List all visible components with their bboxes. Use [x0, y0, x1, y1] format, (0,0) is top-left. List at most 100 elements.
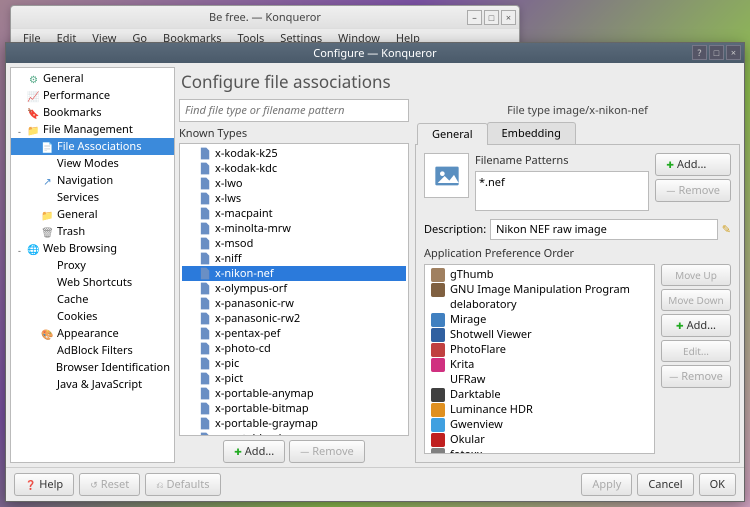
type-item[interactable]: x-portable-anymap [182, 386, 406, 401]
type-item[interactable]: x-pict [182, 371, 406, 386]
type-item[interactable]: x-panasonic-rw [182, 296, 406, 311]
sidebar-item-general[interactable]: ⚙General [11, 70, 174, 87]
expand-icon[interactable] [29, 380, 38, 389]
pattern-item[interactable]: *.nef [479, 175, 645, 190]
sidebar-item-web-shortcuts[interactable]: Web Shortcuts [11, 274, 174, 291]
sidebar-item-general[interactable]: 📁General [11, 206, 174, 223]
move-up-button[interactable]: Move Up [661, 264, 731, 286]
type-item[interactable]: x-kodak-k25 [182, 146, 406, 161]
sidebar-item-appearance[interactable]: 🎨Appearance [11, 325, 174, 342]
type-item[interactable]: x-pentax-pef [182, 326, 406, 341]
type-item[interactable]: x-nikon-nef [182, 266, 406, 281]
expand-icon[interactable]: - [15, 125, 24, 134]
expand-icon[interactable] [29, 159, 38, 168]
expand-icon[interactable] [29, 278, 38, 287]
expand-icon[interactable] [15, 74, 24, 83]
type-item[interactable]: x-panasonic-rw2 [182, 311, 406, 326]
search-filetype-input[interactable] [179, 99, 409, 122]
app-item[interactable]: Darktable [427, 387, 652, 402]
app-item[interactable]: PhotoFlare [427, 342, 652, 357]
tab-general[interactable]: General [417, 123, 488, 145]
type-item[interactable]: x-pic [182, 356, 406, 371]
sidebar-item-adblock-filters[interactable]: AdBlock Filters [11, 342, 174, 359]
sidebar-item-file-management[interactable]: -📁File Management [11, 121, 174, 138]
sidebar-item-bookmarks[interactable]: 🔖Bookmarks [11, 104, 174, 121]
app-preference-list[interactable]: gThumbGNU Image Manipulation Programdela… [424, 264, 655, 454]
main-maximize-button[interactable]: □ [484, 10, 499, 25]
help-button[interactable]: ❓Help [14, 473, 74, 496]
remove-type-button[interactable]: —Remove [289, 440, 365, 463]
ok-button[interactable]: OK [699, 473, 736, 496]
description-input[interactable] [490, 219, 718, 240]
type-item[interactable]: x-kodak-kdc [182, 161, 406, 176]
config-titlebar[interactable]: Configure — Konqueror ? □ × [6, 43, 744, 63]
app-item[interactable]: Mirage [427, 312, 652, 327]
type-item[interactable]: x-lwo [182, 176, 406, 191]
sidebar-item-java-javascript[interactable]: Java & JavaScript [11, 376, 174, 393]
app-item[interactable]: fotoxx [427, 447, 652, 454]
remove-pattern-button[interactable]: —Remove [655, 179, 731, 202]
config-close-button[interactable]: × [726, 45, 741, 60]
sidebar-item-proxy[interactable]: Proxy [11, 257, 174, 274]
expand-icon[interactable] [29, 176, 38, 185]
reset-button[interactable]: ↺Reset [79, 473, 140, 496]
mimetype-icon-button[interactable] [424, 153, 469, 198]
config-help-button[interactable]: ? [692, 45, 707, 60]
sidebar-item-web-browsing[interactable]: -🌐Web Browsing [11, 240, 174, 257]
add-pattern-button[interactable]: ✚Add... [655, 153, 731, 176]
expand-icon[interactable] [15, 108, 24, 117]
app-item[interactable]: delaboratory [427, 297, 652, 312]
sidebar-item-trash[interactable]: 🗑Trash [11, 223, 174, 240]
type-item[interactable]: x-lws [182, 191, 406, 206]
app-item[interactable]: Gwenview [427, 417, 652, 432]
move-down-button[interactable]: Move Down [661, 289, 731, 311]
expand-icon[interactable] [29, 346, 38, 355]
sidebar-item-cache[interactable]: Cache [11, 291, 174, 308]
sidebar-item-cookies[interactable]: Cookies [11, 308, 174, 325]
sidebar-item-services[interactable]: Services [11, 189, 174, 206]
app-item[interactable]: Luminance HDR [427, 402, 652, 417]
app-item[interactable]: Shotwell Viewer [427, 327, 652, 342]
type-item[interactable]: x-olympus-orf [182, 281, 406, 296]
expand-icon[interactable]: - [15, 244, 24, 253]
main-minimize-button[interactable]: – [467, 10, 482, 25]
tab-embedding[interactable]: Embedding [487, 122, 576, 144]
type-item[interactable]: x-portable-graymap [182, 416, 406, 431]
defaults-button[interactable]: ⎌Defaults [145, 473, 220, 496]
sidebar-item-browser-identification[interactable]: Browser Identification [11, 359, 174, 376]
type-item[interactable]: x-portable-bitmap [182, 401, 406, 416]
expand-icon[interactable] [29, 295, 38, 304]
app-item[interactable]: Krita [427, 357, 652, 372]
expand-icon[interactable] [29, 261, 38, 270]
expand-icon[interactable] [29, 142, 38, 151]
expand-icon[interactable] [29, 193, 38, 202]
main-titlebar[interactable]: Be free. — Konqueror – □ × [11, 6, 519, 28]
expand-icon[interactable] [15, 91, 24, 100]
sidebar-item-file-associations[interactable]: 📄File Associations [11, 138, 174, 155]
type-item[interactable]: x-niff [182, 251, 406, 266]
type-item[interactable]: x-msod [182, 236, 406, 251]
clear-icon[interactable]: ✎ [722, 222, 731, 237]
type-item[interactable]: x-minolta-mrw [182, 221, 406, 236]
config-maximize-button[interactable]: □ [709, 45, 724, 60]
sidebar-item-view-modes[interactable]: View Modes [11, 155, 174, 172]
remove-app-button[interactable]: —Remove [661, 365, 731, 388]
apply-button[interactable]: Apply [581, 473, 632, 496]
expand-icon[interactable] [29, 363, 38, 372]
edit-app-button[interactable]: Edit... [661, 340, 731, 362]
type-item[interactable]: x-portable-pixmap [182, 431, 406, 436]
main-close-button[interactable]: × [501, 10, 516, 25]
add-app-button[interactable]: ✚Add... [661, 314, 731, 337]
known-types-list[interactable]: x-kodak-k25x-kodak-kdcx-lwox-lwsx-macpai… [179, 143, 409, 436]
expand-icon[interactable] [29, 329, 38, 338]
cancel-button[interactable]: Cancel [637, 473, 693, 496]
app-item[interactable]: Okular [427, 432, 652, 447]
expand-icon[interactable] [29, 227, 38, 236]
expand-icon[interactable] [29, 210, 38, 219]
sidebar-item-navigation[interactable]: ↗Navigation [11, 172, 174, 189]
sidebar-item-performance[interactable]: 📈Performance [11, 87, 174, 104]
type-item[interactable]: x-photo-cd [182, 341, 406, 356]
expand-icon[interactable] [29, 312, 38, 321]
category-tree[interactable]: ⚙General📈Performance🔖Bookmarks-📁File Man… [10, 67, 175, 463]
add-type-button[interactable]: ✚Add... [223, 440, 285, 463]
